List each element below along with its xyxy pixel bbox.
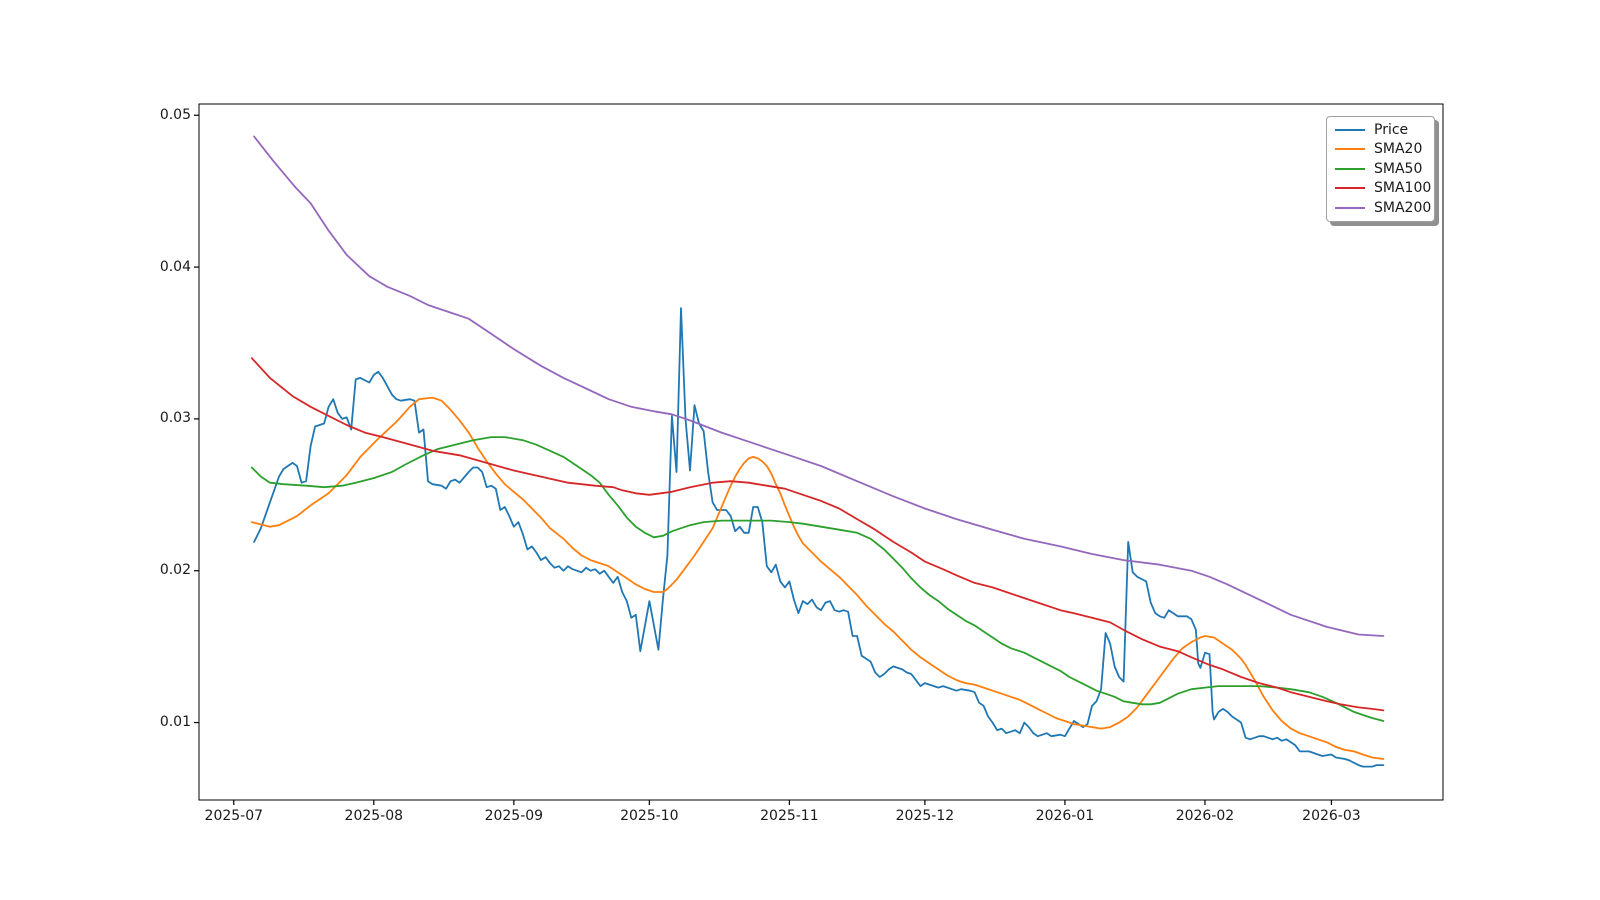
legend-label-price: Price [1374,121,1409,138]
chart-figure: 0.01 0.02 0.03 0.04 0.05 2025-07 2025-08 2025-… [0,0,1600,900]
x-tick-label: 2026-03 [1302,808,1361,824]
series-line-sma200 [253,135,1385,637]
x-tick-label: 2025-10 [620,808,679,824]
x-tick-label: 2025-08 [344,808,404,824]
y-tick-label: 0.03 [159,410,191,427]
series-line-sma100 [250,357,1385,712]
legend-line-sample-sma200 [1335,206,1365,209]
legend-entry-price: Price [1327,120,1434,140]
y-tick-label: 0.01 [159,714,191,731]
x-tick-label: 2025-07 [204,808,264,824]
legend-line-sample-sma20 [1335,148,1365,151]
y-tick-label: 0.05 [159,106,191,123]
x-tick-label: 2026-01 [1035,808,1095,824]
x-tick-label: 2025-12 [895,808,955,824]
series-line-price [253,307,1385,768]
legend-label-sma100: SMA100 [1374,180,1432,197]
legend-line-sample-sma100 [1335,187,1365,190]
legend-line-sample-price [1335,128,1365,131]
legend-line-sample-sma50 [1335,167,1365,170]
y-tick-label: 0.02 [159,562,191,579]
legend-label-sma50: SMA50 [1374,160,1423,177]
x-tick-label: 2025-11 [760,808,819,824]
legend-entry-sma50: SMA50 [1327,159,1434,179]
legend: Price SMA20 SMA50 SMA100 SMA200 [1326,116,1435,222]
axes-frame [198,103,1444,801]
x-tick-label: 2026-02 [1175,808,1235,824]
legend-entry-sma100: SMA100 [1327,179,1434,199]
x-tick-label: 2025-09 [484,808,544,824]
legend-entry-sma200: SMA200 [1327,198,1434,218]
legend-label-sma200: SMA200 [1374,199,1432,216]
y-tick-label: 0.04 [159,258,191,275]
legend-label-sma20: SMA20 [1374,141,1423,158]
legend-entry-sma20: SMA20 [1327,140,1434,160]
